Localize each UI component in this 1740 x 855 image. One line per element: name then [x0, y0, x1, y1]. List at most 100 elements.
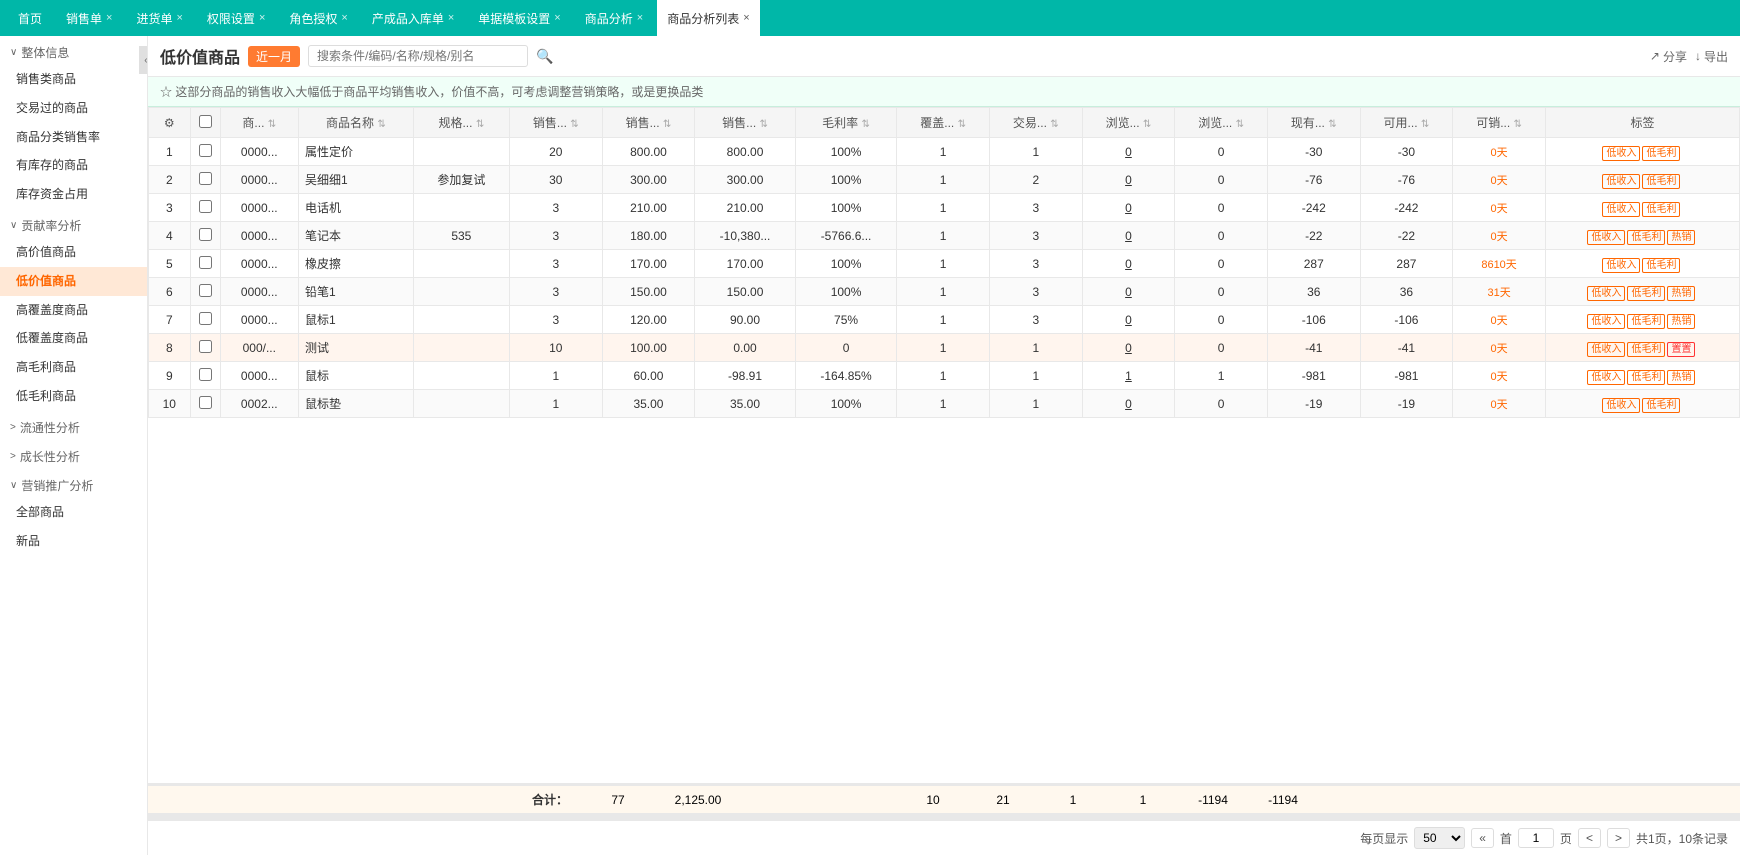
cell-view1[interactable]: 0 — [1082, 278, 1175, 306]
sidebar-item-category-sales-rate[interactable]: 商品分类销售率 — [0, 123, 147, 152]
col-spec[interactable]: 规格... ⇅ — [413, 108, 509, 138]
col-view1[interactable]: 浏览... ⇅ — [1082, 108, 1175, 138]
search-button[interactable]: 🔍 — [536, 48, 553, 65]
cell-checkbox[interactable] — [190, 250, 220, 278]
cell-checkbox[interactable] — [190, 166, 220, 194]
col-view2[interactable]: 浏览... ⇅ — [1175, 108, 1268, 138]
row-checkbox[interactable] — [199, 340, 212, 353]
cell-view1[interactable]: 0 — [1082, 334, 1175, 362]
cell-view1[interactable]: 0 — [1082, 194, 1175, 222]
sidebar-group-overall[interactable]: ∨ 整体信息 — [0, 36, 147, 65]
col-settings[interactable]: ⚙ — [149, 108, 191, 138]
search-input[interactable] — [308, 45, 528, 67]
nav-permissions[interactable]: 权限设置 × — [197, 0, 275, 36]
sidebar-item-high-value[interactable]: 高价值商品 — [0, 238, 147, 267]
select-all-checkbox[interactable] — [199, 115, 212, 128]
cell-checkbox[interactable] — [190, 362, 220, 390]
sidebar-item-stocked-products[interactable]: 有库存的商品 — [0, 151, 147, 180]
sidebar-item-stock-capital[interactable]: 库存资金占用 — [0, 180, 147, 209]
sidebar-collapse-btn[interactable]: « — [139, 46, 148, 74]
row-checkbox[interactable] — [199, 368, 212, 381]
cell-checkbox[interactable] — [190, 306, 220, 334]
cell-view1[interactable]: 1 — [1082, 362, 1175, 390]
cell-view1[interactable]: 0 — [1082, 138, 1175, 166]
row-checkbox[interactable] — [199, 200, 212, 213]
sidebar-group-circulation[interactable]: > 流通性分析 — [0, 411, 147, 440]
row-checkbox[interactable] — [199, 312, 212, 325]
col-margin-rate[interactable]: 毛利率 ⇅ — [795, 108, 897, 138]
prev-page-btn[interactable]: < — [1578, 828, 1601, 848]
cell-checkbox[interactable] — [190, 334, 220, 362]
cell-view1[interactable]: 0 — [1082, 306, 1175, 334]
col-sale1[interactable]: 销售... ⇅ — [602, 108, 695, 138]
row-checkbox[interactable] — [199, 256, 212, 269]
sidebar-item-high-coverage[interactable]: 高覆盖度商品 — [0, 296, 147, 325]
cell-stock1: -22 — [1267, 222, 1360, 250]
col-name[interactable]: 商品名称 ⇅ — [298, 108, 413, 138]
sidebar-item-all-products[interactable]: 全部商品 — [0, 498, 147, 527]
col-code[interactable]: 商... ⇅ — [220, 108, 298, 138]
nav-product-analysis-list-close[interactable]: × — [743, 12, 749, 24]
sidebar-group-contribution[interactable]: ∨ 贡献率分析 — [0, 209, 147, 238]
nav-permissions-close[interactable]: × — [259, 12, 265, 24]
nav-product-storage[interactable]: 产成品入库单 × — [362, 0, 464, 36]
page-input[interactable] — [1518, 828, 1554, 848]
scroll-indicator[interactable] — [148, 813, 1740, 821]
cell-view2: 0 — [1175, 390, 1268, 418]
cell-checkbox[interactable] — [190, 278, 220, 306]
cell-checkbox[interactable] — [190, 138, 220, 166]
nav-template-setting[interactable]: 单据模板设置 × — [468, 0, 570, 36]
row-checkbox[interactable] — [199, 284, 212, 297]
sidebar-group-marketing[interactable]: ∨ 营销推广分析 — [0, 469, 147, 498]
cell-view1[interactable]: 0 — [1082, 166, 1175, 194]
nav-purchase-order-close[interactable]: × — [176, 12, 182, 24]
col-stock1[interactable]: 现有... ⇅ — [1267, 108, 1360, 138]
sidebar-item-low-margin[interactable]: 低毛利商品 — [0, 382, 147, 411]
nav-sales-order[interactable]: 销售单 × — [56, 0, 122, 36]
export-button[interactable]: ↓ 导出 — [1695, 48, 1728, 65]
col-stock2[interactable]: 可用... ⇅ — [1360, 108, 1453, 138]
cell-qty: 3 — [509, 250, 602, 278]
nav-product-analysis-close[interactable]: × — [637, 12, 643, 24]
col-coverage[interactable]: 覆盖... ⇅ — [897, 108, 990, 138]
cell-view1[interactable]: 0 — [1082, 222, 1175, 250]
cell-checkbox[interactable] — [190, 222, 220, 250]
row-checkbox[interactable] — [199, 172, 212, 185]
sidebar-item-new-products[interactable]: 新品 — [0, 527, 147, 556]
sidebar-item-low-coverage[interactable]: 低覆盖度商品 — [0, 324, 147, 353]
nav-template-setting-close[interactable]: × — [554, 12, 560, 24]
cell-view1[interactable]: 0 — [1082, 250, 1175, 278]
cell-checkbox[interactable] — [190, 390, 220, 418]
col-days[interactable]: 可销... ⇅ — [1453, 108, 1546, 138]
sidebar-group-growth[interactable]: > 成长性分析 — [0, 440, 147, 469]
col-sale2[interactable]: 销售... ⇅ — [695, 108, 795, 138]
cell-checkbox[interactable] — [190, 194, 220, 222]
sidebar-item-high-margin[interactable]: 高毛利商品 — [0, 353, 147, 382]
share-button[interactable]: ↗ 分享 — [1650, 48, 1687, 65]
cell-days: 0天 — [1453, 138, 1546, 166]
cell-spec — [413, 362, 509, 390]
nav-product-storage-close[interactable]: × — [448, 12, 454, 24]
nav-role-auth-close[interactable]: × — [341, 12, 347, 24]
col-trade[interactable]: 交易... ⇅ — [989, 108, 1082, 138]
nav-role-auth[interactable]: 角色授权 × — [279, 0, 357, 36]
cell-view1[interactable]: 0 — [1082, 390, 1175, 418]
row-checkbox[interactable] — [199, 396, 212, 409]
nav-home[interactable]: 首页 — [8, 0, 52, 36]
row-checkbox[interactable] — [199, 144, 212, 157]
date-filter-button[interactable]: 近一月 — [248, 46, 300, 67]
nav-purchase-order[interactable]: 进货单 × — [126, 0, 192, 36]
sidebar-group-growth-label: 成长性分析 — [20, 448, 80, 465]
first-page-btn[interactable]: « — [1471, 828, 1494, 848]
next-page-btn[interactable]: > — [1607, 828, 1630, 848]
row-checkbox[interactable] — [199, 228, 212, 241]
page-size-label: 每页显示 — [1360, 830, 1408, 847]
page-size-select[interactable]: 50 100 200 — [1414, 827, 1465, 849]
sidebar-item-traded-products[interactable]: 交易过的商品 — [0, 94, 147, 123]
nav-product-analysis-list[interactable]: 商品分析列表 × — [657, 0, 759, 36]
sidebar-item-low-value[interactable]: 低价值商品 — [0, 267, 147, 296]
sidebar-item-sales-products[interactable]: 销售类商品 — [0, 65, 147, 94]
nav-product-analysis[interactable]: 商品分析 × — [575, 0, 653, 36]
col-qty[interactable]: 销售... ⇅ — [509, 108, 602, 138]
nav-sales-order-close[interactable]: × — [106, 12, 112, 24]
